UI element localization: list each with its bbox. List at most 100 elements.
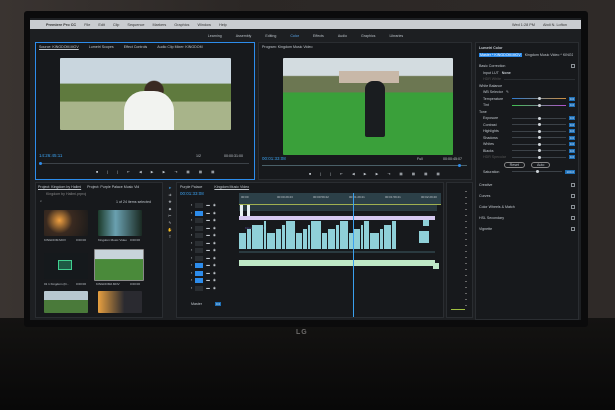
video-clip[interactable] <box>340 221 348 249</box>
lock-icon[interactable]: ▪ <box>191 203 192 208</box>
project-item-thumb-5[interactable] <box>98 291 142 313</box>
track-target[interactable] <box>195 255 204 261</box>
lumetri-section-header[interactable]: Curves <box>479 194 490 198</box>
eye-icon[interactable]: ◉ <box>213 203 216 208</box>
track-header[interactable]: ▪ ▬ ◉ <box>191 248 216 253</box>
track-target[interactable] <box>195 225 204 231</box>
section-checkbox[interactable] <box>571 204 575 209</box>
lock-icon[interactable]: ▪ <box>191 233 192 238</box>
saturation-value[interactable]: 100.0 <box>565 169 575 174</box>
workspace-color[interactable]: Color <box>290 34 299 38</box>
eye-icon[interactable]: ◉ <box>213 211 216 216</box>
track-target[interactable] <box>195 270 204 276</box>
video-clip[interactable] <box>239 233 246 249</box>
program-transport-controls[interactable]: ■ | | ⇤ ◀ ▶ ▶ ⇥ ▦ ▦ ▦ ▦ <box>309 172 444 176</box>
eyedropper-icon[interactable]: ✎ <box>506 90 509 94</box>
lumetri-sequence-tab[interactable]: Kingdom Music Video * KINGDOM... <box>525 53 573 57</box>
eye-icon[interactable]: ◉ <box>213 218 216 223</box>
track-header[interactable]: ▪ ▬ ◉ <box>191 263 216 268</box>
menu-file[interactable]: File <box>84 23 90 27</box>
video-clip[interactable] <box>264 221 266 249</box>
workspace-libraries[interactable]: Libraries <box>389 34 403 38</box>
video-clip[interactable] <box>354 229 360 249</box>
track-header[interactable]: ▪ ▬ ◉ <box>191 218 216 223</box>
lumetri-section-header[interactable]: Color Wheels & Match <box>479 205 515 209</box>
video-clip[interactable] <box>296 233 302 249</box>
eye-icon[interactable]: ◉ <box>213 233 216 238</box>
tone-slider[interactable] <box>512 116 566 120</box>
tone-value[interactable]: 0.0 <box>568 135 575 140</box>
tint-value[interactable]: 0.0 <box>568 103 575 108</box>
track-target[interactable] <box>195 218 204 223</box>
master-value[interactable]: 0.0 <box>215 302 222 306</box>
user-name[interactable]: Abdi N. Lofton <box>543 23 567 27</box>
tone-slider[interactable] <box>512 129 566 133</box>
video-clip[interactable] <box>384 225 391 249</box>
track-header[interactable]: ▪ ▬ ◉ <box>191 270 216 276</box>
razor-tool-icon[interactable]: ◆ <box>169 207 172 211</box>
workspace-audio[interactable]: Audio <box>338 34 347 38</box>
toggle-output-icon[interactable]: ▬ <box>206 271 210 276</box>
eye-icon[interactable]: ◉ <box>213 263 216 268</box>
track-target[interactable] <box>195 278 204 283</box>
track-a-divider[interactable] <box>239 251 435 253</box>
track-v-lane[interactable] <box>239 205 437 211</box>
track-target[interactable] <box>195 203 204 208</box>
lumetri-master-tab[interactable]: Master * KINGDOM.MOV <box>479 53 522 57</box>
auto-button[interactable]: Auto <box>530 161 551 168</box>
tone-value[interactable]: 0.0 <box>568 129 575 134</box>
video-clip[interactable] <box>419 231 429 243</box>
video-clip[interactable] <box>247 229 251 249</box>
project-item-thumb-3[interactable] <box>94 249 144 281</box>
video-clip[interactable] <box>380 229 383 249</box>
tab-program[interactable]: Program: Kingdom Music Video <box>262 45 312 49</box>
toggle-output-icon[interactable]: ▬ <box>206 263 210 268</box>
lock-icon[interactable]: ▪ <box>191 286 192 291</box>
selection-tool-icon[interactable]: ➤ <box>168 186 171 190</box>
source-transport-controls[interactable]: ■ | | ⇤ ◀ ▶ ▶ ⇥ ▦ ▦ ▦ <box>96 170 219 174</box>
eye-icon[interactable]: ◉ <box>213 226 216 231</box>
track-header[interactable]: ▪ ▬ ◉ <box>191 203 216 208</box>
lock-icon[interactable]: ▪ <box>191 256 192 261</box>
menu-markers[interactable]: Markers <box>153 23 167 27</box>
source-scrubber[interactable] <box>39 162 249 165</box>
track-target[interactable] <box>195 240 204 246</box>
tab-lumetri-scopes[interactable]: Lumetri Scopes <box>89 45 114 49</box>
menu-window[interactable]: Window <box>197 23 211 27</box>
tone-slider[interactable] <box>512 155 566 159</box>
menu-help[interactable]: Help <box>219 23 227 27</box>
video-clip[interactable] <box>423 220 429 226</box>
project-item-thumb-4[interactable] <box>44 291 88 313</box>
toggle-output-icon[interactable]: ▬ <box>206 218 210 223</box>
hand-tool-icon[interactable]: ✋ <box>168 228 172 232</box>
menu-graphics[interactable]: Graphics <box>174 23 189 27</box>
track-header[interactable]: ▪ ▬ ◉ <box>191 285 216 291</box>
temperature-value[interactable]: 0.0 <box>568 96 575 101</box>
toggle-output-icon[interactable]: ▬ <box>206 278 210 283</box>
lock-icon[interactable]: ▪ <box>191 263 192 268</box>
track-target[interactable] <box>195 210 204 216</box>
track-header[interactable]: ▪ ▬ ◉ <box>191 233 216 238</box>
tone-value[interactable]: 0.0 <box>568 155 575 160</box>
workspace-learning[interactable]: Learning <box>208 34 222 38</box>
track-header[interactable]: ▪ ▬ ◉ <box>191 210 216 216</box>
track-select-tool-icon[interactable]: ⇉ <box>168 193 171 197</box>
basic-correction-header[interactable]: Basic Correction <box>479 64 505 68</box>
toggle-output-icon[interactable]: ▬ <box>206 211 210 216</box>
ripple-edit-tool-icon[interactable]: ✥ <box>168 200 171 204</box>
type-tool-icon[interactable]: T <box>169 235 171 239</box>
video-clip[interactable] <box>267 233 275 249</box>
tone-value[interactable]: 0.0 <box>568 148 575 153</box>
video-clip[interactable] <box>276 229 281 249</box>
eye-icon[interactable]: ◉ <box>213 241 216 246</box>
audio-clip[interactable] <box>239 260 435 266</box>
track-target[interactable] <box>195 233 204 238</box>
toggle-output-icon[interactable]: ▬ <box>206 226 210 231</box>
track-header[interactable]: ▪ ▬ ◉ <box>191 278 216 283</box>
tone-slider[interactable] <box>512 142 566 146</box>
workspace-editing[interactable]: Editing <box>265 34 276 38</box>
temperature-slider[interactable] <box>512 97 566 101</box>
section-checkbox[interactable] <box>571 226 575 231</box>
eye-icon[interactable]: ◉ <box>213 286 216 291</box>
tab-audio-clip-mixer[interactable]: Audio Clip Mixer: KINGDOM <box>157 45 202 49</box>
